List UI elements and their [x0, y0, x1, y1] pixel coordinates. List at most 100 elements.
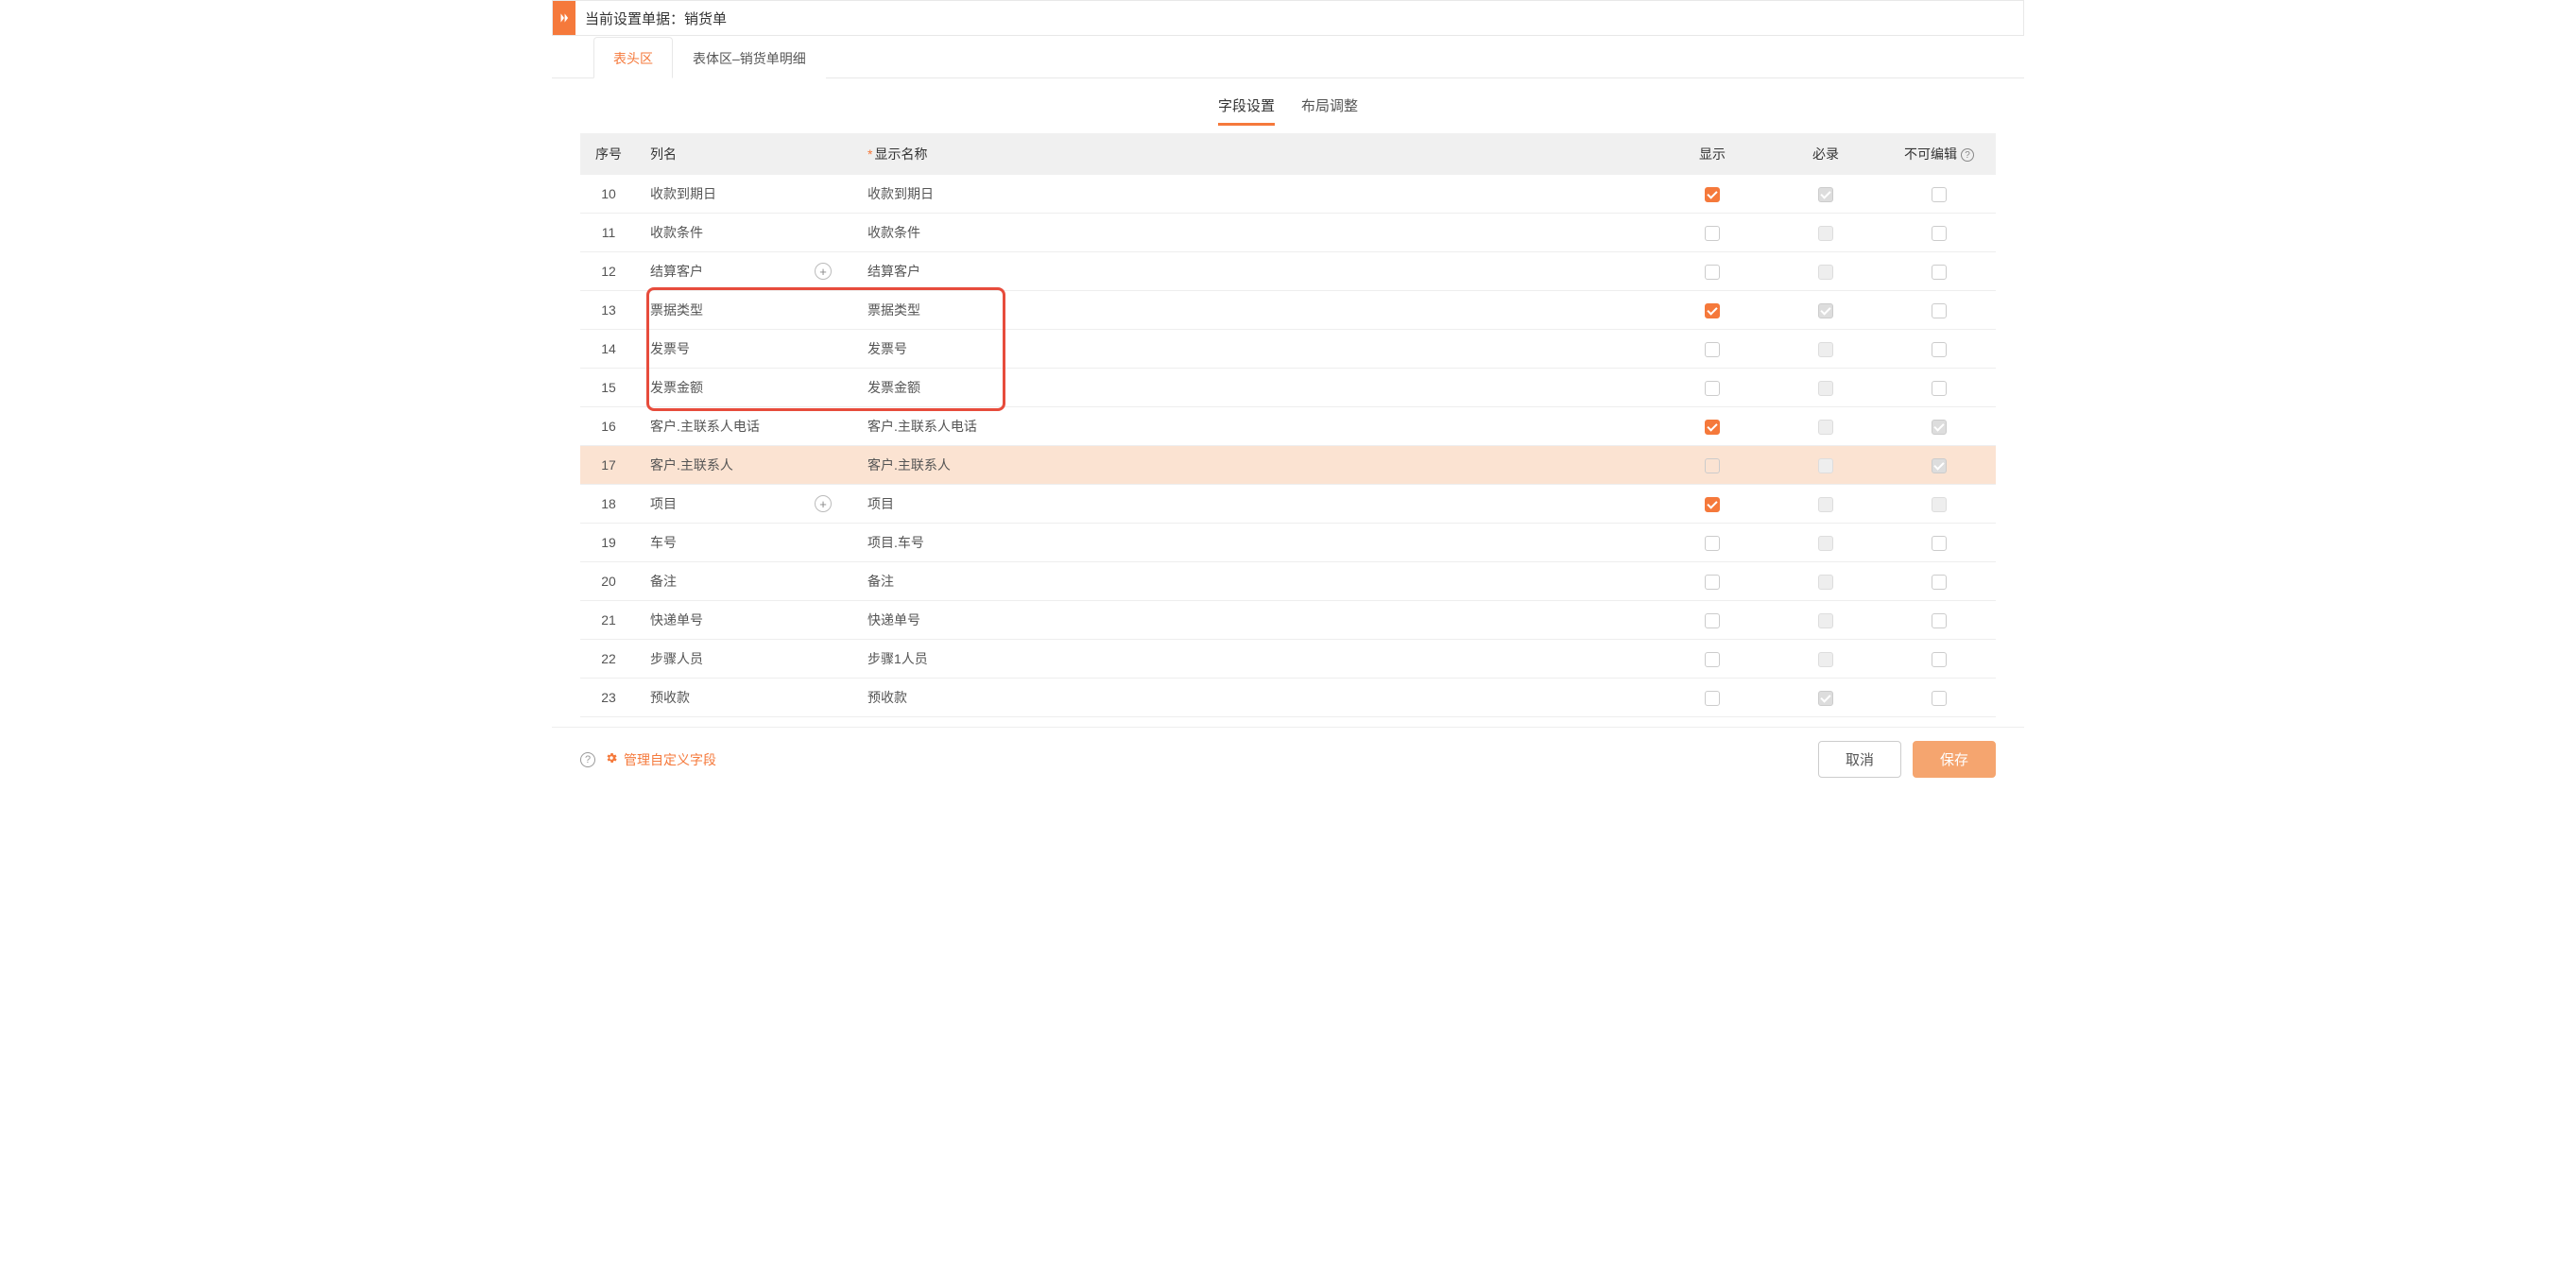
help-icon[interactable]: ? [1961, 148, 1974, 162]
cell-readonly [1882, 524, 1996, 562]
row-displayname[interactable]: 项目 [854, 485, 1656, 524]
footer-left: ? 管理自定义字段 [580, 750, 716, 769]
row-displayname[interactable]: 预收款 [854, 679, 1656, 717]
row-seq: 20 [580, 562, 637, 601]
checkbox-show[interactable] [1705, 691, 1720, 706]
checkbox-show[interactable] [1705, 342, 1720, 357]
checkbox-readonly[interactable] [1932, 691, 1947, 706]
cell-readonly [1882, 369, 1996, 407]
checkbox-show[interactable] [1705, 536, 1720, 551]
row-displayname[interactable]: 发票金额 [854, 369, 1656, 407]
checkbox-readonly[interactable] [1932, 381, 1947, 396]
checkbox-show[interactable] [1705, 187, 1720, 202]
tab-1[interactable]: 表体区–销货单明细 [673, 37, 826, 78]
cell-readonly [1882, 291, 1996, 330]
col-header-display: *显示名称 [854, 133, 1656, 175]
cell-readonly [1882, 175, 1996, 214]
row-displayname[interactable]: 步骤1人员 [854, 640, 1656, 679]
checkbox-readonly[interactable] [1932, 575, 1947, 590]
cell-readonly [1882, 214, 1996, 252]
checkbox-readonly[interactable] [1932, 265, 1947, 280]
manage-custom-fields-link[interactable]: 管理自定义字段 [624, 750, 716, 769]
cell-required [1769, 640, 1882, 679]
row-displayname[interactable]: 客户.主联系人电话 [854, 407, 1656, 446]
cell-required [1769, 562, 1882, 601]
row-colname-text: 发票号 [650, 339, 690, 358]
row-colname: 备注 [637, 562, 854, 601]
checkbox-show[interactable] [1705, 575, 1720, 590]
title-prefix: 当前设置单据： [585, 11, 684, 27]
row-colname: 客户.主联系人电话 [637, 407, 854, 446]
row-displayname[interactable]: 客户.主联系人 [854, 446, 1656, 485]
row-displayname[interactable]: 收款条件 [854, 214, 1656, 252]
checkbox-show[interactable] [1705, 652, 1720, 667]
checkbox-readonly[interactable] [1932, 187, 1947, 202]
table-row: 11收款条件收款条件 [580, 214, 1996, 252]
checkbox-show[interactable] [1705, 497, 1720, 512]
row-colname-text: 客户.主联系人 [650, 456, 733, 474]
checkbox-show[interactable] [1705, 226, 1720, 241]
table-row: 22步骤人员步骤1人员 [580, 640, 1996, 679]
tab-0[interactable]: 表头区 [593, 37, 673, 78]
checkbox-show[interactable] [1705, 613, 1720, 628]
row-displayname[interactable]: 备注 [854, 562, 1656, 601]
checkbox-readonly[interactable] [1932, 342, 1947, 357]
row-seq: 18 [580, 485, 637, 524]
checkbox-show[interactable] [1705, 420, 1720, 435]
cell-show [1656, 446, 1769, 485]
col-header-show: 显示 [1656, 133, 1769, 175]
checkbox-readonly[interactable] [1932, 303, 1947, 318]
checkbox-required [1818, 691, 1833, 706]
subtab-1[interactable]: 布局调整 [1301, 95, 1358, 126]
row-colname: 发票号 [637, 330, 854, 369]
cell-readonly [1882, 252, 1996, 291]
checkbox-readonly[interactable] [1932, 613, 1947, 628]
cell-readonly [1882, 679, 1996, 717]
checkbox-show[interactable] [1705, 303, 1720, 318]
title-doc: 销货单 [684, 11, 727, 27]
checkbox-required [1818, 265, 1833, 280]
cell-required [1769, 407, 1882, 446]
checkbox-readonly[interactable] [1932, 536, 1947, 551]
col-header-readonly-text: 不可编辑 [1904, 146, 1957, 162]
row-displayname[interactable]: 项目.车号 [854, 524, 1656, 562]
row-colname-text: 票据类型 [650, 301, 703, 319]
save-button[interactable]: 保存 [1913, 741, 1996, 778]
row-displayname[interactable]: 收款到期日 [854, 175, 1656, 214]
row-colname: 预收款 [637, 679, 854, 717]
row-seq: 23 [580, 679, 637, 717]
table-row: 23预收款预收款 [580, 679, 1996, 717]
cell-show [1656, 291, 1769, 330]
help-icon[interactable]: ? [580, 752, 595, 767]
row-displayname[interactable]: 快递单号 [854, 601, 1656, 640]
row-displayname[interactable]: 发票号 [854, 330, 1656, 369]
add-subfield-button[interactable]: + [815, 263, 832, 280]
checkbox-readonly[interactable] [1932, 226, 1947, 241]
row-displayname[interactable]: 票据类型 [854, 291, 1656, 330]
cell-show [1656, 252, 1769, 291]
row-colname: 项目+ [637, 485, 854, 524]
add-subfield-button[interactable]: + [815, 495, 832, 512]
subtab-0[interactable]: 字段设置 [1218, 95, 1275, 126]
checkbox-required [1818, 420, 1833, 435]
checkbox-show[interactable] [1705, 265, 1720, 280]
chevron-right-double-icon [558, 11, 571, 25]
checkbox-required [1818, 652, 1833, 667]
checkbox-required [1818, 342, 1833, 357]
row-colname: 车号 [637, 524, 854, 562]
footer-buttons: 取消 保存 [1818, 741, 1996, 778]
footer-bar: ? 管理自定义字段 取消 保存 [552, 727, 2024, 791]
checkbox-readonly[interactable] [1932, 652, 1947, 667]
cell-show [1656, 679, 1769, 717]
row-displayname[interactable]: 结算客户 [854, 252, 1656, 291]
checkbox-show[interactable] [1705, 381, 1720, 396]
checkbox-show[interactable] [1705, 458, 1720, 473]
expand-sidebar-button[interactable] [553, 1, 575, 35]
row-seq: 13 [580, 291, 637, 330]
cell-readonly [1882, 446, 1996, 485]
cancel-button[interactable]: 取消 [1818, 741, 1901, 778]
checkbox-required [1818, 575, 1833, 590]
row-colname-text: 车号 [650, 533, 677, 552]
checkbox-required [1818, 226, 1833, 241]
table-row: 16客户.主联系人电话客户.主联系人电话 [580, 407, 1996, 446]
